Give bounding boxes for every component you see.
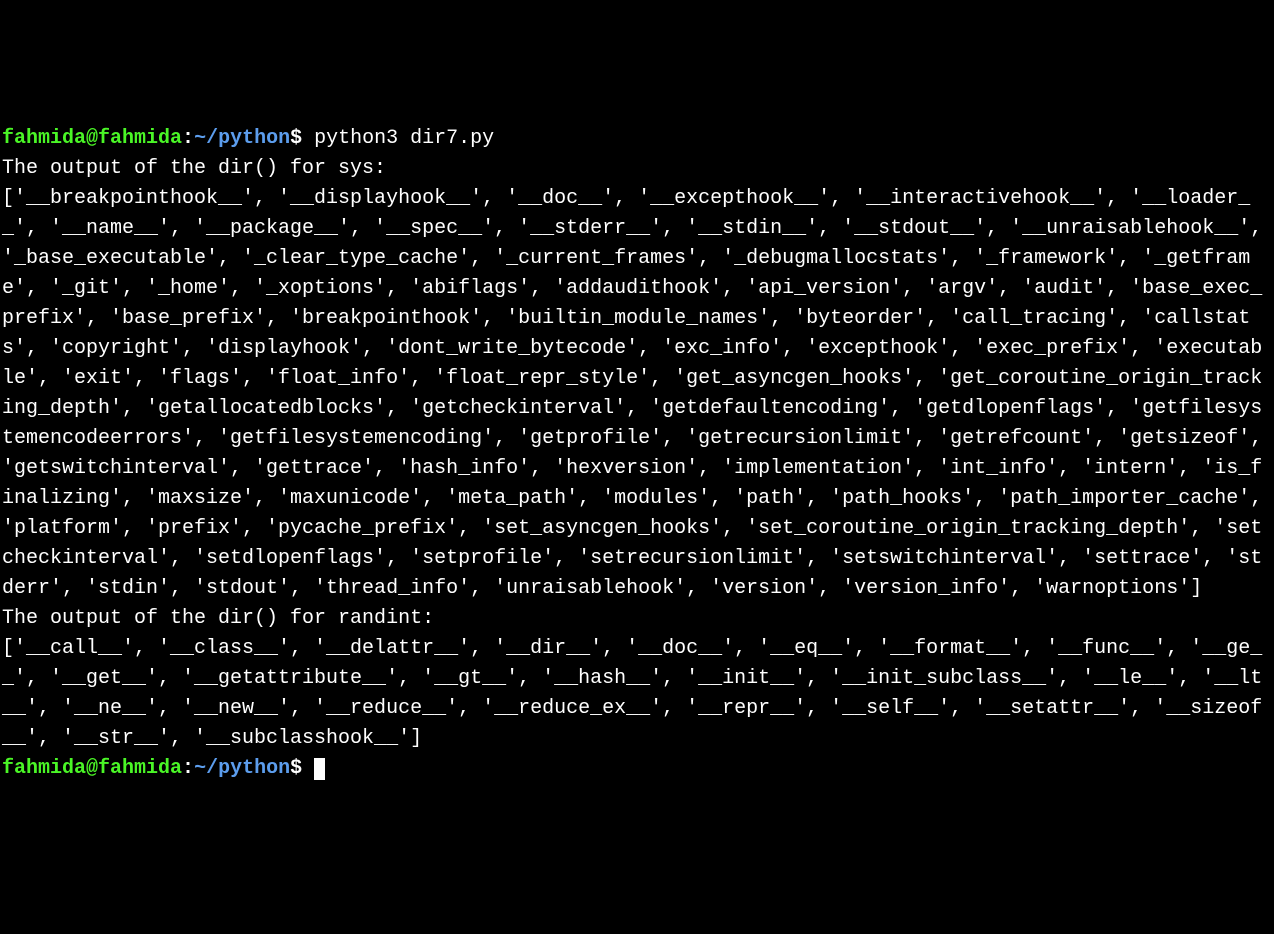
output-sys-header: The output of the dir() for sys: bbox=[2, 154, 1272, 184]
prompt-path: ~/python bbox=[194, 127, 290, 150]
prompt-path: ~/python bbox=[194, 757, 290, 780]
prompt-colon: : bbox=[182, 127, 194, 150]
prompt-host: fahmida bbox=[98, 757, 182, 780]
prompt-at: @ bbox=[86, 127, 98, 150]
output-sys-body: ['__breakpointhook__', '__displayhook__'… bbox=[2, 184, 1272, 604]
prompt-user: fahmida bbox=[2, 757, 86, 780]
prompt-line-1[interactable]: fahmida@fahmida:~/python$ python3 dir7.p… bbox=[2, 124, 1272, 154]
output-randint-header: The output of the dir() for randint: bbox=[2, 604, 1272, 634]
prompt-host: fahmida bbox=[98, 127, 182, 150]
prompt-colon: : bbox=[182, 757, 194, 780]
prompt-user: fahmida bbox=[2, 127, 86, 150]
cursor-icon bbox=[314, 758, 325, 780]
prompt-at: @ bbox=[86, 757, 98, 780]
output-randint-body: ['__call__', '__class__', '__delattr__',… bbox=[2, 634, 1272, 754]
prompt-dollar: $ bbox=[290, 127, 314, 150]
command-text: python3 dir7.py bbox=[314, 127, 494, 150]
prompt-dollar: $ bbox=[290, 757, 314, 780]
